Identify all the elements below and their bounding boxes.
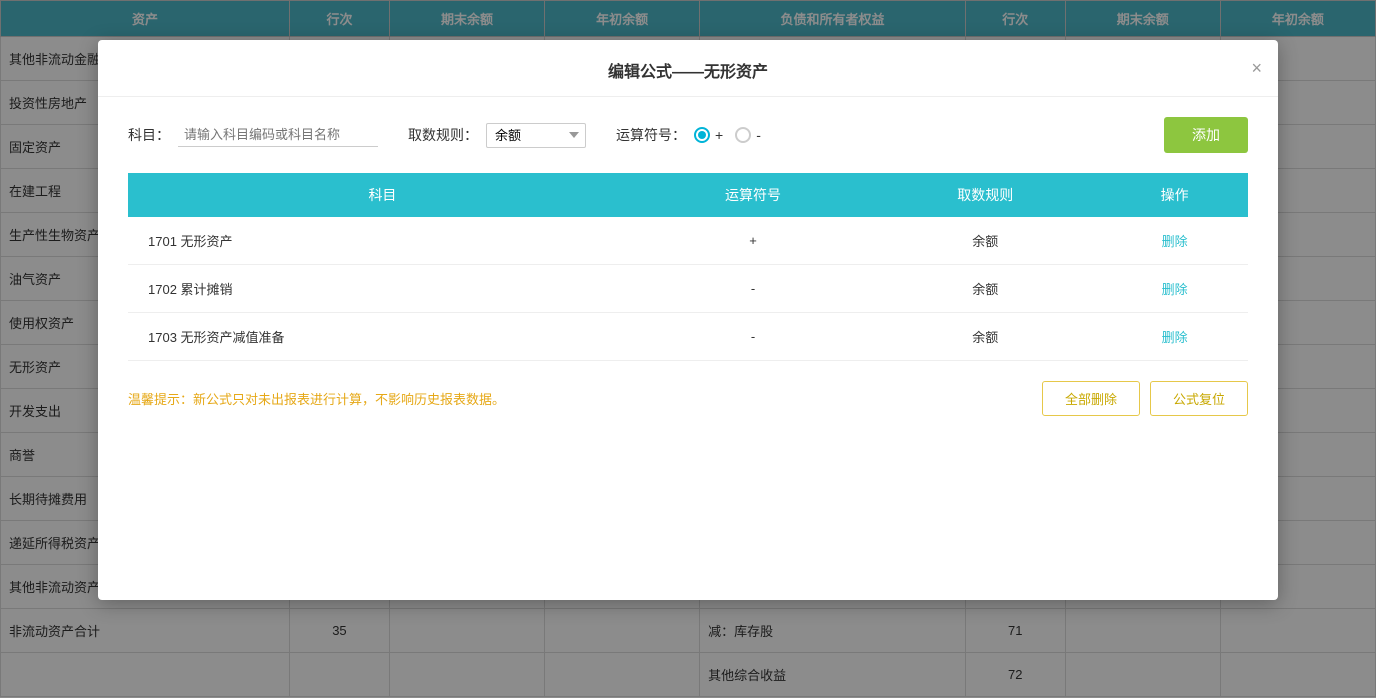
formula-table: 科目 运算符号 取数规则 操作 1701 无形资产 + 余额 删除 1702 累…: [128, 173, 1248, 361]
delete-all-button[interactable]: 全部删除: [1042, 381, 1140, 416]
th-subject: 科目: [128, 173, 637, 217]
table-row: 1702 累计摊销 - 余额 删除: [128, 265, 1248, 313]
reset-formula-button[interactable]: 公式复位: [1150, 381, 1248, 416]
formula-operator: -: [637, 265, 869, 313]
modal-title: 编辑公式——无形资产: [608, 58, 768, 82]
footer-buttons: 全部删除 公式复位: [1042, 381, 1248, 416]
formula-rule: 余额: [869, 265, 1101, 313]
formula-rule: 余额: [869, 313, 1101, 361]
subject-group: 科目：: [128, 123, 378, 147]
rule-group: 取数规则： 余额 借方 贷方 借方发生额 贷方发生额: [408, 123, 586, 148]
formula-subject: 1703 无形资产减值准备: [128, 313, 637, 361]
formula-action: 删除: [1101, 265, 1248, 313]
add-button[interactable]: 添加: [1164, 117, 1248, 153]
modal-header: 编辑公式——无形资产 ×: [98, 40, 1278, 97]
th-action: 操作: [1101, 173, 1248, 217]
modal-overlay: 编辑公式——无形资产 × 科目： 取数规则： 余额 借方 贷方 借方发生额 贷方…: [0, 0, 1376, 698]
formula-action: 删除: [1101, 313, 1248, 361]
modal-close-button[interactable]: ×: [1251, 59, 1262, 77]
table-header-row: 科目 运算符号 取数规则 操作: [128, 173, 1248, 217]
hint-text: 温馨提示：新公式只对未出报表进行计算，不影响历史报表数据。: [128, 389, 505, 408]
operator-minus-label: -: [756, 127, 761, 143]
modal-footer: 温馨提示：新公式只对未出报表进行计算，不影响历史报表数据。 全部删除 公式复位: [98, 361, 1278, 426]
formula-subject: 1701 无形资产: [128, 217, 637, 265]
formula-subject: 1702 累计摊销: [128, 265, 637, 313]
operator-minus-radio[interactable]: -: [735, 127, 761, 143]
formula-operator: -: [637, 313, 869, 361]
rule-select[interactable]: 余额 借方 贷方 借方发生额 贷方发生额: [486, 123, 586, 148]
rule-select-wrap: 余额 借方 贷方 借方发生额 贷方发生额: [486, 123, 586, 148]
delete-link[interactable]: 删除: [1162, 282, 1188, 297]
form-row: 科目： 取数规则： 余额 借方 贷方 借方发生额 贷方发生额 运算符号：: [98, 97, 1278, 173]
operator-plus-circle: [694, 127, 710, 143]
delete-link[interactable]: 删除: [1162, 234, 1188, 249]
subject-input[interactable]: [178, 123, 378, 147]
subject-label: 科目：: [128, 125, 170, 145]
operator-group: 运算符号： + -: [616, 125, 761, 145]
th-rule: 取数规则: [869, 173, 1101, 217]
operator-label: 运算符号：: [616, 125, 686, 145]
edit-formula-modal: 编辑公式——无形资产 × 科目： 取数规则： 余额 借方 贷方 借方发生额 贷方…: [98, 40, 1278, 600]
operator-minus-circle: [735, 127, 751, 143]
table-row: 1703 无形资产减值准备 - 余额 删除: [128, 313, 1248, 361]
table-row: 1701 无形资产 + 余额 删除: [128, 217, 1248, 265]
delete-link[interactable]: 删除: [1162, 330, 1188, 345]
data-table-wrap: 科目 运算符号 取数规则 操作 1701 无形资产 + 余额 删除 1702 累…: [98, 173, 1278, 361]
operator-plus-label: +: [715, 127, 723, 143]
operator-radio-group: + -: [694, 127, 761, 143]
th-operator: 运算符号: [637, 173, 869, 217]
formula-action: 删除: [1101, 217, 1248, 265]
rule-label: 取数规则：: [408, 125, 478, 145]
formula-operator: +: [637, 217, 869, 265]
formula-rule: 余额: [869, 217, 1101, 265]
operator-plus-radio[interactable]: +: [694, 127, 723, 143]
